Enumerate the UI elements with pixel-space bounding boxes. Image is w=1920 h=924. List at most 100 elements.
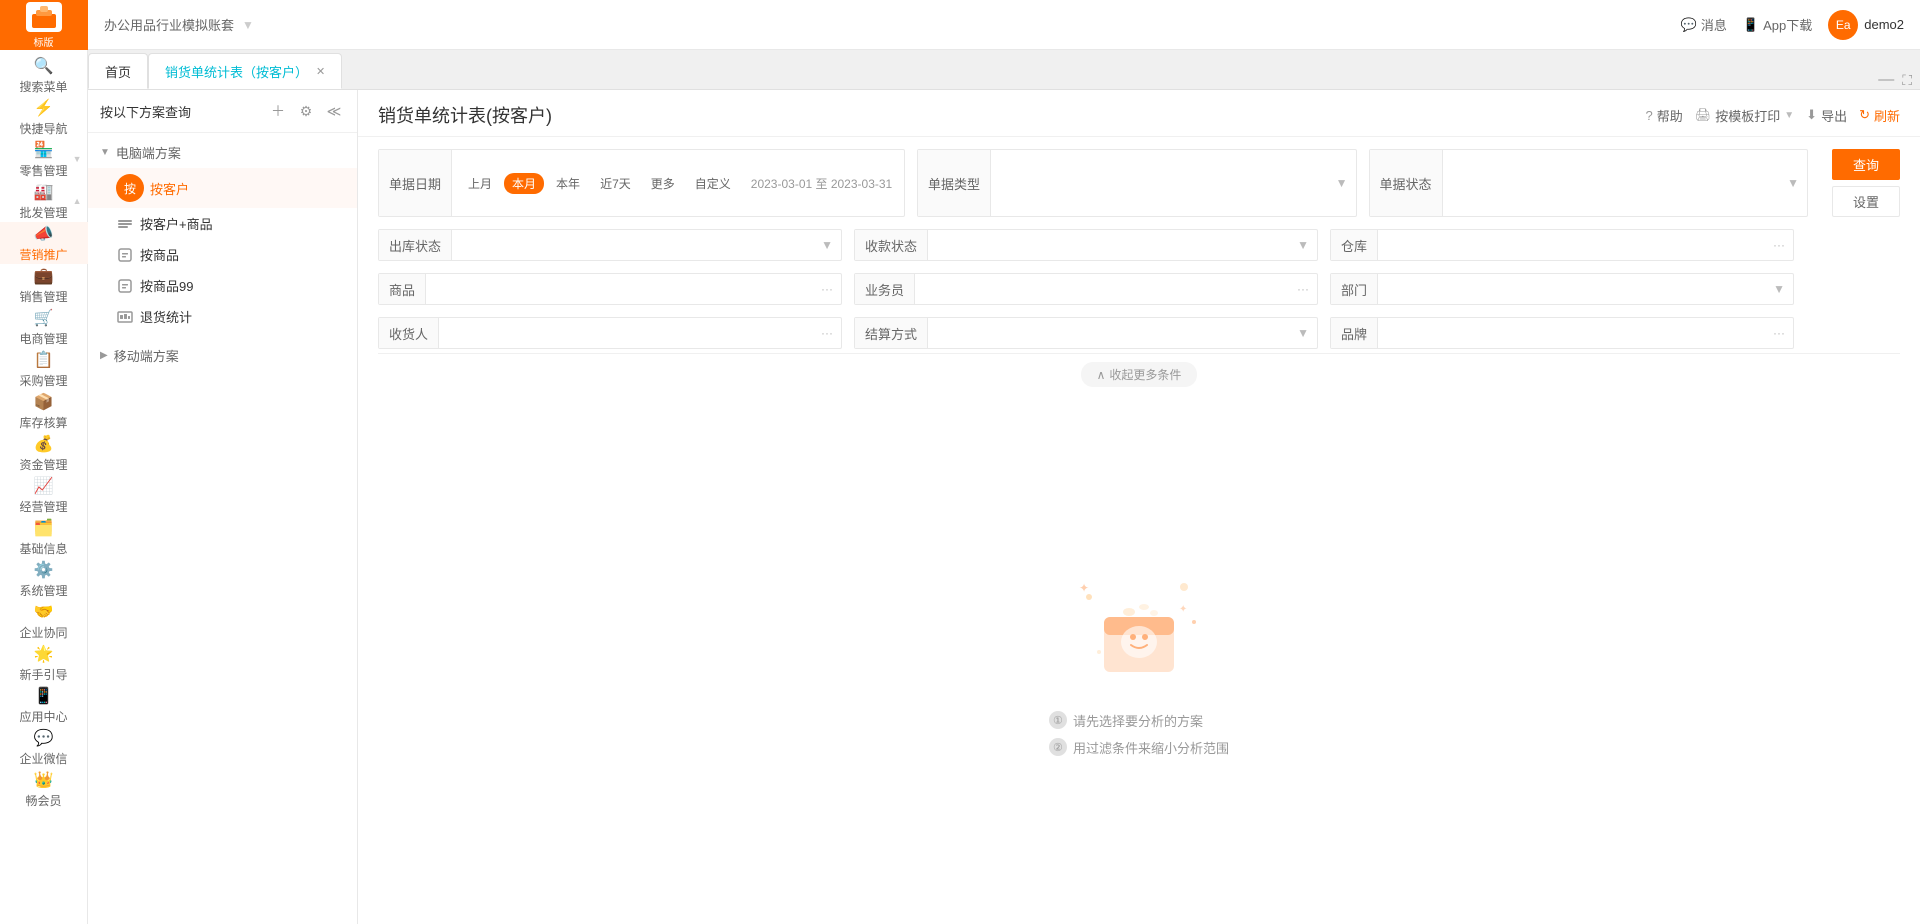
- sidebar-item-sales[interactable]: 💼 销售管理: [0, 264, 88, 306]
- newguide-icon: 🌟: [34, 644, 54, 664]
- nav-items: 🔍 搜索菜单 ⚡ 快捷导航 🏪 零售管理 ▼ 🏭 批发管理 ▲ 📣 营销推广 💼…: [0, 50, 87, 924]
- sidebar-item-shortcuts[interactable]: ⚡ 快捷导航: [0, 96, 88, 138]
- goods-filter[interactable]: 商品 ···: [378, 273, 842, 305]
- sidebar-item-operation-label: 经营管理: [19, 498, 67, 515]
- tab-close-icon[interactable]: ✕: [316, 65, 325, 78]
- warehouse-filter[interactable]: 仓库 ···: [1330, 229, 1794, 261]
- sidebar-item-ecommerce[interactable]: 🛒 电商管理: [0, 306, 88, 348]
- avatar: Ea: [1828, 10, 1858, 40]
- type-label: 单据类型: [918, 150, 991, 216]
- filter-row-1: 单据日期 上月 本月 本年 近7天 更多 自定义 2023-03-01 至 20…: [378, 149, 1900, 217]
- date-tab-more[interactable]: 更多: [643, 173, 683, 194]
- app-download-button[interactable]: 📱 App下载: [1743, 15, 1812, 34]
- sidebar-item-wholesale[interactable]: 🏭 批发管理 ▲: [0, 180, 88, 222]
- scheme-item-return-stat[interactable]: 退货统计: [88, 301, 357, 332]
- empty-hint-2: ② 用过滤条件来缩小分析范围: [1049, 738, 1229, 757]
- goods-dots-icon[interactable]: ···: [813, 282, 841, 296]
- filter-row-2: 出库状态 ▼ 收款状态 ▼ 仓库 ···: [378, 229, 1900, 261]
- sidebar-item-retail[interactable]: 🏪 零售管理 ▼: [0, 138, 88, 180]
- title-actions: ? 帮助 🖨 按模板打印 ▼ ⬇ 导出 ↻ 刷新: [1645, 106, 1900, 125]
- scheme-settings-button[interactable]: ⚙: [295, 100, 317, 122]
- svg-text:✦: ✦: [1079, 581, 1089, 595]
- dept-filter[interactable]: 部门 ▼: [1330, 273, 1794, 305]
- sidebar-item-inventory[interactable]: 📦 库存核算: [0, 390, 88, 432]
- sidebar-item-member[interactable]: 👑 畅会员: [0, 768, 88, 810]
- date-tab-custom[interactable]: 自定义: [687, 173, 739, 194]
- tab-expand-icon[interactable]: ⛶: [1902, 72, 1912, 89]
- date-tab-lastmonth[interactable]: 上月: [460, 173, 500, 194]
- sidebar-item-purchase[interactable]: 📋 采购管理: [0, 348, 88, 390]
- scheme-actions: ＋ ⚙ ≪: [267, 100, 345, 122]
- settle-filter[interactable]: 结算方式 ▼: [854, 317, 1318, 349]
- receiver-filter[interactable]: 收货人 ···: [378, 317, 842, 349]
- out-status-filter[interactable]: 出库状态 ▼: [378, 229, 842, 261]
- print-button[interactable]: 🖨 按模板打印 ▼: [1695, 106, 1794, 125]
- sidebar-item-operation[interactable]: 📈 经营管理: [0, 474, 88, 516]
- by-goods-label: 按商品: [140, 245, 179, 264]
- status-filter[interactable]: 单据状态 ▼: [1369, 149, 1809, 217]
- refresh-button[interactable]: ↻ 刷新: [1859, 106, 1900, 125]
- query-button[interactable]: 查询: [1832, 149, 1900, 180]
- tab-home-label: 首页: [105, 62, 131, 81]
- collapse-row: ∧ 收起更多条件: [378, 353, 1900, 395]
- type-dropdown-icon: ▼: [1328, 176, 1356, 190]
- scheme-group-mobile-title[interactable]: ▶ 移动端方案: [88, 340, 357, 371]
- logo-icon: [26, 2, 62, 32]
- salesman-filter[interactable]: 业务员 ···: [854, 273, 1318, 305]
- date-tabs: 上月 本月 本年 近7天 更多 自定义: [452, 173, 747, 194]
- dept-dropdown-icon: ▼: [1765, 282, 1793, 296]
- sidebar-item-retail-label: 零售管理: [19, 162, 67, 179]
- sidebar-item-system-label: 系统管理: [19, 582, 67, 599]
- print-arrow-icon: ▼: [1784, 110, 1794, 121]
- sidebar-item-basic[interactable]: 🗂️ 基础信息: [0, 516, 88, 558]
- brand-filter[interactable]: 品牌 ···: [1330, 317, 1794, 349]
- settle-label: 结算方式: [855, 318, 928, 348]
- system-icon: ⚙️: [34, 560, 54, 580]
- sidebar-item-wechat[interactable]: 💬 企业微信: [0, 726, 88, 768]
- scheme-collapse-button[interactable]: ≪: [323, 100, 345, 122]
- scheme-item-by-goods[interactable]: 按商品: [88, 239, 357, 270]
- scheme-item-by-customer[interactable]: 按 按客户: [88, 168, 357, 208]
- member-icon: 👑: [34, 770, 54, 790]
- scheme-add-button[interactable]: ＋: [267, 100, 289, 122]
- tab-minimize-icon[interactable]: —: [1878, 71, 1894, 89]
- sidebar-item-appcenter[interactable]: 📱 应用中心: [0, 684, 88, 726]
- warehouse-dots-icon[interactable]: ···: [1765, 238, 1793, 252]
- tab-bar: 首页 销货单统计表（按客户） ✕ — ⛶: [88, 50, 1920, 90]
- sidebar-item-enterprise[interactable]: 🤝 企业协同: [0, 600, 88, 642]
- inventory-icon: 📦: [34, 392, 54, 412]
- print-icon: 🖨: [1695, 107, 1712, 123]
- type-filter[interactable]: 单据类型 ▼: [917, 149, 1357, 217]
- settings-button[interactable]: 设置: [1832, 186, 1900, 217]
- sidebar-item-finance[interactable]: 💰 资金管理: [0, 432, 88, 474]
- sidebar-item-newguide[interactable]: 🌟 新手引导: [0, 642, 88, 684]
- breadcrumb-arrow: ▼: [242, 18, 254, 32]
- salesman-dots-icon[interactable]: ···: [1289, 282, 1317, 296]
- user-area[interactable]: Ea demo2: [1828, 10, 1904, 40]
- scheme-group-mobile: ▶ 移动端方案: [88, 336, 357, 375]
- tab-sales-stat[interactable]: 销货单统计表（按客户） ✕: [148, 53, 342, 89]
- sidebar-item-system[interactable]: ⚙️ 系统管理: [0, 558, 88, 600]
- date-tab-thismonth[interactable]: 本月: [504, 173, 544, 194]
- collect-status-filter[interactable]: 收款状态 ▼: [854, 229, 1318, 261]
- help-button[interactable]: ? 帮助: [1645, 106, 1682, 125]
- scheme-panel: 按以下方案查询 ＋ ⚙ ≪ ▼ 电脑端方案 按 按客户: [88, 90, 358, 924]
- scheme-item-by-customer-goods[interactable]: 按客户+商品: [88, 208, 357, 239]
- date-tab-thisyear[interactable]: 本年: [548, 173, 588, 194]
- collapse-button[interactable]: ∧ 收起更多条件: [1081, 362, 1198, 387]
- brand-dots-icon[interactable]: ···: [1765, 326, 1793, 340]
- filter-row-4: 收货人 ··· 结算方式 ▼ 品牌 ···: [378, 317, 1900, 349]
- scheme-group-desktop-title[interactable]: ▼ 电脑端方案: [88, 137, 357, 168]
- sidebar-item-search[interactable]: 🔍 搜索菜单: [0, 54, 88, 96]
- message-button[interactable]: 💬 消息: [1681, 15, 1727, 34]
- retail-icon: 🏪: [34, 140, 54, 160]
- sidebar-item-marketing[interactable]: 📣 营销推广: [0, 222, 88, 264]
- tab-home[interactable]: 首页: [88, 53, 148, 89]
- sidebar-item-enterprise-label: 企业协同: [19, 624, 67, 641]
- date-tab-7days[interactable]: 近7天: [592, 173, 639, 194]
- receiver-dots-icon[interactable]: ···: [813, 326, 841, 340]
- scheme-item-by-goods-99[interactable]: 按商品99: [88, 270, 357, 301]
- status-label: 单据状态: [1370, 150, 1443, 216]
- export-button[interactable]: ⬇ 导出: [1806, 106, 1847, 125]
- help-label: 帮助: [1657, 106, 1683, 125]
